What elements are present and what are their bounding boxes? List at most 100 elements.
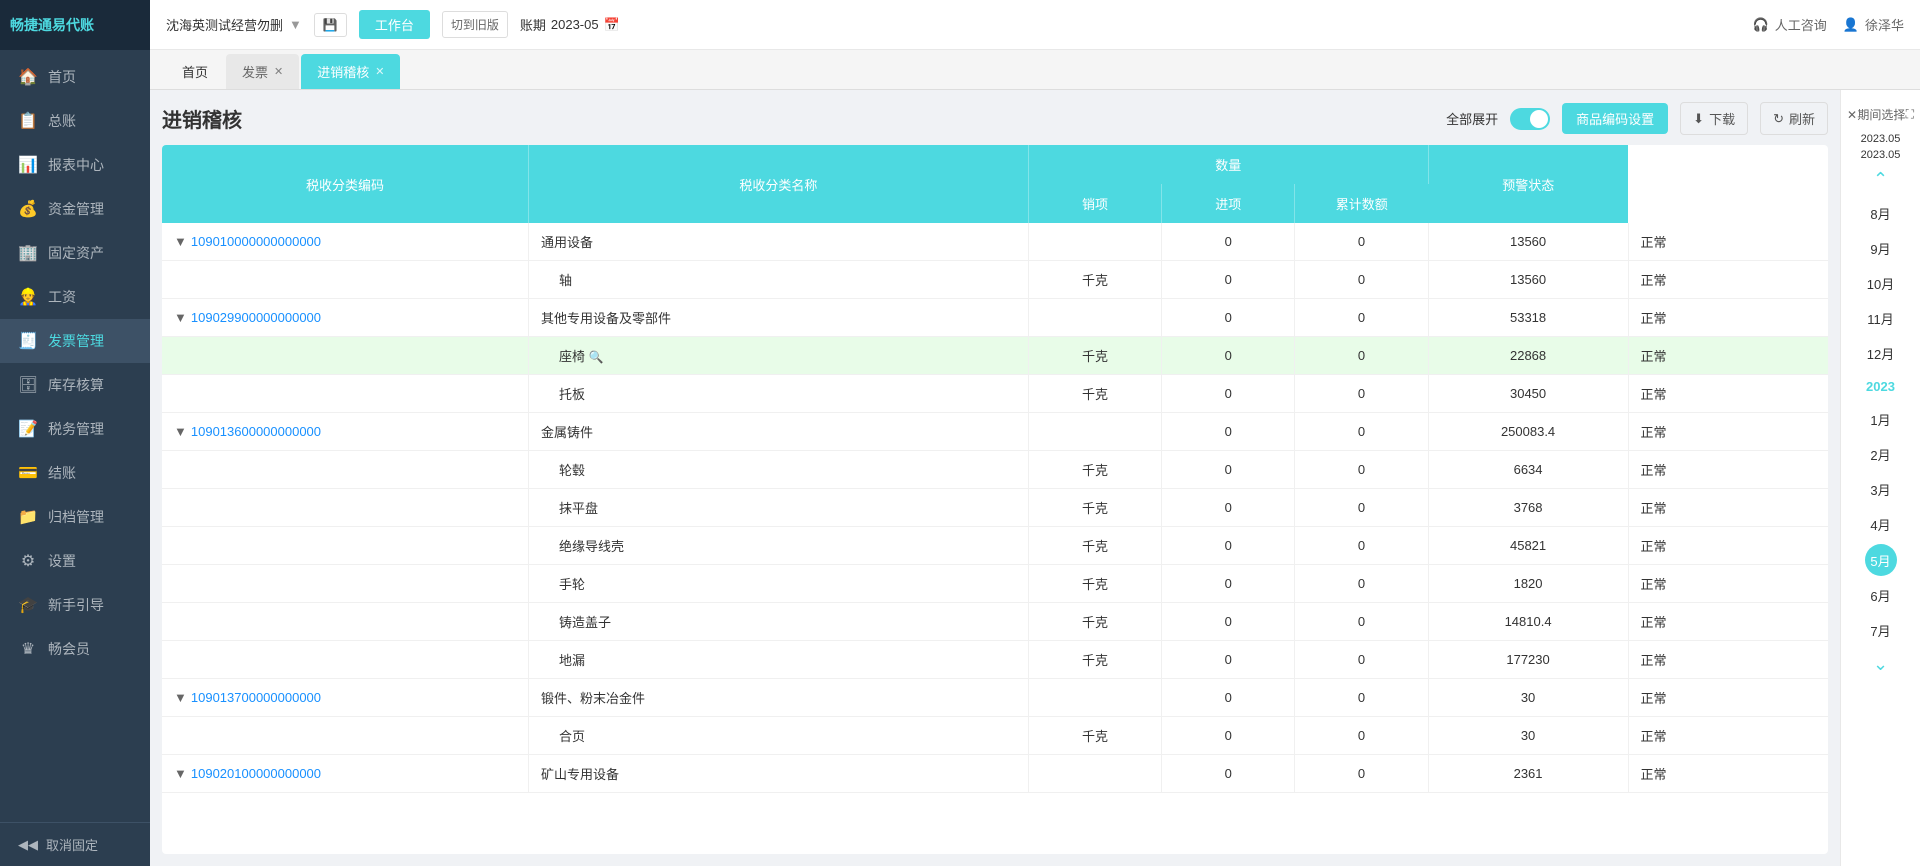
- table-row: 合页千克0030正常: [162, 717, 1828, 755]
- cell-tax-code: [162, 261, 529, 299]
- cell-total: 2361: [1428, 755, 1628, 793]
- panel-expand-icon[interactable]: ⛶: [1906, 107, 1914, 122]
- sidebar-item-ledger[interactable]: 📋 总账: [0, 99, 150, 143]
- sidebar-item-tax[interactable]: 📝 税务管理: [0, 407, 150, 451]
- cell-unit: [1028, 223, 1161, 261]
- cell-sale: 0: [1162, 375, 1295, 413]
- archive-icon: 📁: [18, 507, 38, 527]
- cell-purchase: 0: [1295, 375, 1428, 413]
- expand-icon[interactable]: ▼: [174, 424, 187, 439]
- period-month-11[interactable]: 11月: [1841, 301, 1920, 336]
- toggle-expand-switch[interactable]: [1510, 108, 1550, 130]
- period-month-6[interactable]: 6月: [1841, 578, 1920, 613]
- user-profile[interactable]: 👤 徐泽华: [1843, 15, 1904, 34]
- sidebar-item-guide[interactable]: 🎓 新手引导: [0, 583, 150, 627]
- tab-invoice[interactable]: 发票 ✕: [226, 54, 299, 89]
- tax-icon: 📝: [18, 419, 38, 439]
- switch-version-button[interactable]: 切到旧版: [442, 11, 508, 38]
- expand-icon[interactable]: ▼: [174, 766, 187, 781]
- th-status: 预警状态: [1428, 145, 1628, 223]
- sidebar-item-ledger-label: 总账: [48, 111, 76, 131]
- period-month-3[interactable]: 3月: [1841, 472, 1920, 507]
- cell-total: 13560: [1428, 223, 1628, 261]
- panel-scroll-down-button[interactable]: ⌄: [1841, 648, 1920, 681]
- sidebar-item-reports[interactable]: 📊 报表中心: [0, 143, 150, 187]
- service-link[interactable]: 🎧 人工咨询: [1753, 15, 1827, 34]
- tab-home[interactable]: 首页: [166, 54, 224, 89]
- cell-tax-name: 其他专用设备及零部件: [529, 299, 1029, 337]
- period-month-1[interactable]: 1月: [1841, 402, 1920, 437]
- sidebar-item-payroll[interactable]: 👷 工资: [0, 275, 150, 319]
- period-month-12[interactable]: 12月: [1841, 336, 1920, 371]
- cell-status: 正常: [1628, 603, 1828, 641]
- period-month-9[interactable]: 9月: [1841, 231, 1920, 266]
- cell-tax-code: ▼109020100000000000: [162, 755, 529, 793]
- table-row: 抹平盘千克003768正常: [162, 489, 1828, 527]
- cell-tax-code: [162, 451, 529, 489]
- cell-sale: 0: [1162, 603, 1295, 641]
- sidebar-item-finance[interactable]: 💰 资金管理: [0, 187, 150, 231]
- cell-unit: 千克: [1028, 603, 1161, 641]
- headset-icon: 🎧: [1753, 17, 1769, 33]
- sidebar-item-settings[interactable]: ⚙ 设置: [0, 539, 150, 583]
- period-month-7[interactable]: 7月: [1841, 613, 1920, 648]
- sidebar-item-payroll-label: 工资: [48, 287, 76, 307]
- cell-tax-name: 座椅 🔍: [529, 337, 1029, 375]
- cell-tax-name: 铸造盖子: [529, 603, 1029, 641]
- sidebar-item-member[interactable]: ♛ 畅会员: [0, 627, 150, 671]
- sidebar-item-finance-label: 资金管理: [48, 199, 104, 219]
- expand-icon[interactable]: ▼: [174, 690, 187, 705]
- cell-tax-name: 绝缘导线壳: [529, 527, 1029, 565]
- tab-reconcile[interactable]: 进销稽核 ✕: [301, 54, 400, 89]
- refresh-button[interactable]: ↻ 刷新: [1760, 102, 1828, 135]
- data-table-container: 税收分类编码 税收分类名称 数量 预警状态 销项 进项 累计数额: [162, 145, 1828, 854]
- tabs-bar: 首页 发票 ✕ 进销稽核 ✕: [150, 50, 1920, 90]
- sidebar-item-assets[interactable]: 🏢 固定资产: [0, 231, 150, 275]
- th-purchase: 进项: [1162, 184, 1295, 223]
- cell-status: 正常: [1628, 755, 1828, 793]
- company-selector[interactable]: 沈海英测试经营勿删 ▼: [166, 15, 302, 34]
- sidebar-item-inventory[interactable]: 🗄 库存核算: [0, 363, 150, 407]
- sidebar-item-settlement[interactable]: 💳 结账: [0, 451, 150, 495]
- period-range-1[interactable]: 2023.05: [1841, 131, 1920, 147]
- table-row: 手轮千克001820正常: [162, 565, 1828, 603]
- panel-scroll-up-button[interactable]: ⌃: [1841, 163, 1920, 196]
- sidebar-logo: 畅捷通易代账: [0, 0, 150, 50]
- sidebar-item-invoice[interactable]: 🧾 发票管理: [0, 319, 150, 363]
- code-value: 109013600000000000: [191, 424, 321, 439]
- cell-purchase: 0: [1295, 451, 1428, 489]
- save-draft-button[interactable]: 💾: [314, 13, 347, 37]
- page-main: 进销稽核 全部展开 商品编码设置 ⬇ 下载 ↻ 刷新: [150, 90, 1840, 866]
- period-month-8[interactable]: 8月: [1841, 196, 1920, 231]
- download-button[interactable]: ⬇ 下载: [1680, 102, 1748, 135]
- expand-icon[interactable]: ▼: [174, 234, 187, 249]
- cell-total: 177230: [1428, 641, 1628, 679]
- product-code-settings-button[interactable]: 商品编码设置: [1562, 103, 1668, 134]
- panel-close-icon[interactable]: ✕: [1847, 108, 1857, 122]
- tab-reconcile-label: 进销稽核: [317, 62, 369, 81]
- workbench-button[interactable]: 工作台: [359, 10, 430, 39]
- cell-unit: 千克: [1028, 261, 1161, 299]
- cell-total: 30: [1428, 679, 1628, 717]
- ledger-icon: 📋: [18, 111, 38, 131]
- sidebar-item-archive[interactable]: 📁 归档管理: [0, 495, 150, 539]
- period-month-4[interactable]: 4月: [1841, 507, 1920, 542]
- period-label: 账期: [520, 15, 546, 34]
- period-month-10[interactable]: 10月: [1841, 266, 1920, 301]
- cell-tax-name: 地漏: [529, 641, 1029, 679]
- cell-total: 30450: [1428, 375, 1628, 413]
- period-month-2[interactable]: 2月: [1841, 437, 1920, 472]
- expand-icon[interactable]: ▼: [174, 310, 187, 325]
- settlement-icon: 💳: [18, 463, 38, 483]
- cell-purchase: 0: [1295, 413, 1428, 451]
- sidebar-unpin-button[interactable]: ◀◀ 取消固定: [0, 822, 150, 866]
- download-label: 下载: [1709, 109, 1735, 128]
- th-tax-code: 税收分类编码: [162, 145, 529, 223]
- cell-unit: 千克: [1028, 565, 1161, 603]
- period-month-5-active[interactable]: 5月: [1865, 544, 1897, 576]
- search-icon[interactable]: 🔍: [589, 350, 604, 364]
- tab-reconcile-close-icon[interactable]: ✕: [375, 65, 384, 78]
- tab-invoice-close-icon[interactable]: ✕: [274, 65, 283, 78]
- sidebar-item-home[interactable]: 🏠 首页: [0, 55, 150, 99]
- period-range-2[interactable]: 2023.05: [1841, 147, 1920, 163]
